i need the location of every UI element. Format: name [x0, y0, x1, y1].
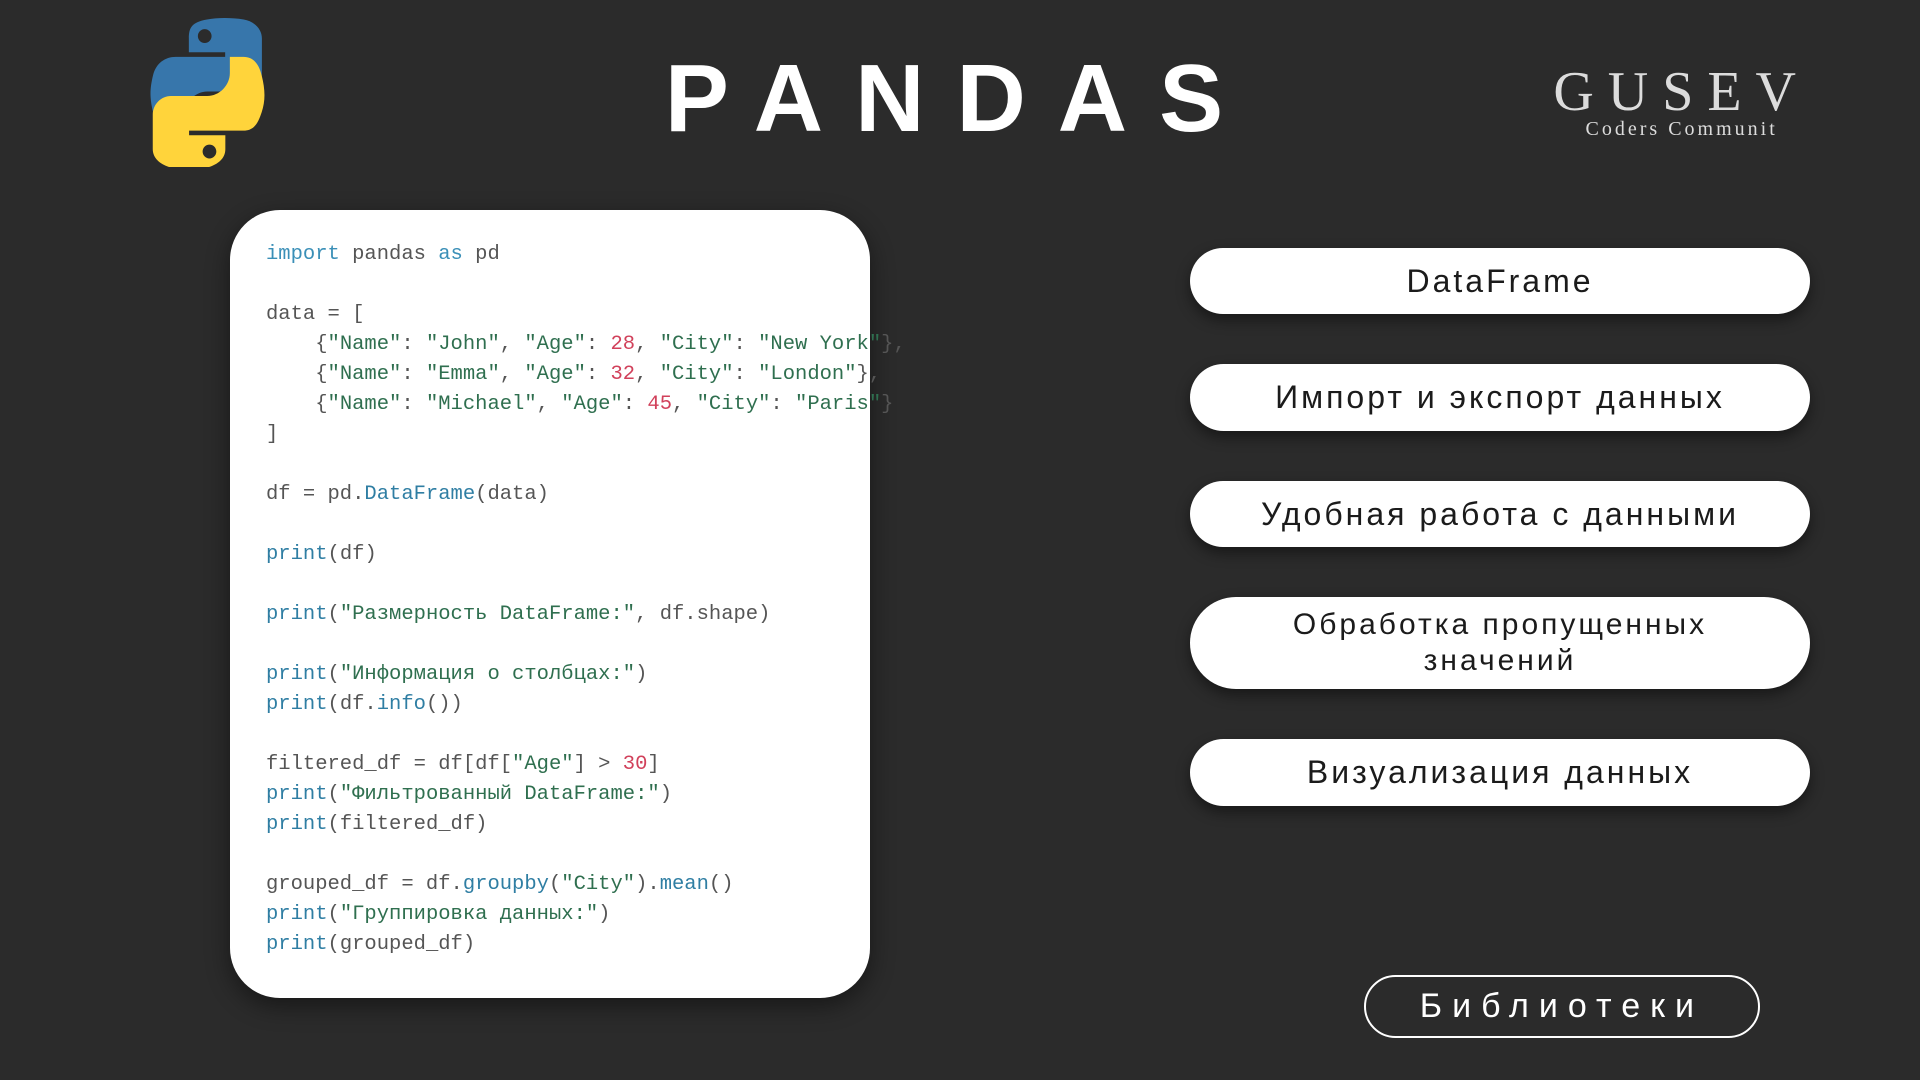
- key: "Age": [561, 393, 623, 416]
- feature-pill-dataframe: DataFrame: [1190, 248, 1810, 314]
- str: "John": [426, 333, 500, 356]
- key: "City": [697, 393, 771, 416]
- fn-groupby: groupby: [463, 873, 549, 896]
- fn-print: print: [266, 813, 328, 836]
- var: grouped_df: [340, 933, 463, 956]
- str: "Фильтрованный DataFrame:": [340, 783, 660, 806]
- num: 32: [610, 363, 635, 386]
- feature-pill-import-export: Импорт и экспорт данных: [1190, 364, 1810, 430]
- var: filtered_df: [340, 813, 475, 836]
- code-line: {: [266, 393, 328, 416]
- key: "Age": [524, 363, 586, 386]
- num: 28: [610, 333, 635, 356]
- key: "City": [660, 333, 734, 356]
- page-title: PANDAS: [665, 44, 1255, 154]
- module-pandas: pandas: [340, 243, 438, 266]
- fn-print: print: [266, 663, 328, 686]
- str: "Age": [512, 753, 574, 776]
- brand-subtitle: Coders Communit: [1553, 118, 1810, 141]
- code-line: {: [266, 333, 328, 356]
- fn-info: info: [377, 693, 426, 716]
- code-line: filtered_df = df[df[: [266, 753, 512, 776]
- code-line: data = [: [266, 303, 364, 326]
- category-tag: Библиотеки: [1364, 975, 1760, 1038]
- str: "City": [561, 873, 635, 896]
- fn-print: print: [266, 783, 328, 806]
- fn-print: print: [266, 693, 328, 716]
- key: "City": [660, 363, 734, 386]
- num: 45: [647, 393, 672, 416]
- str: "Информация о столбцах:": [340, 663, 635, 686]
- str: "Emma": [426, 363, 500, 386]
- code-sample-card: import pandas as pd data = [ {"Name": "J…: [230, 210, 870, 998]
- code-line: grouped_df = df.: [266, 873, 463, 896]
- code-sample: import pandas as pd data = [ {"Name": "J…: [266, 240, 834, 960]
- code-line: df = pd.: [266, 483, 364, 506]
- fn-mean: mean: [660, 873, 709, 896]
- key: "Name": [328, 333, 402, 356]
- str: "Paris": [795, 393, 881, 416]
- brand-block: GUSEV Coders Communit: [1553, 60, 1810, 141]
- feature-pill-list: DataFrame Импорт и экспорт данных Удобна…: [1190, 248, 1810, 806]
- key: "Age": [524, 333, 586, 356]
- attr-shape: df.shape: [647, 603, 758, 626]
- python-logo-icon: [150, 18, 300, 168]
- num: 30: [623, 753, 648, 776]
- fn-print: print: [266, 543, 328, 566]
- feature-pill-missing-values: Обработка пропущенных значений: [1190, 597, 1810, 689]
- var-df: df: [340, 543, 365, 566]
- fn-print: print: [266, 903, 328, 926]
- code-line: ]: [266, 423, 278, 446]
- feature-pill-visualization: Визуализация данных: [1190, 739, 1810, 805]
- str: "Группировка данных:": [340, 903, 598, 926]
- str: "Michael": [426, 393, 537, 416]
- fn-print: print: [266, 933, 328, 956]
- str: "London": [758, 363, 856, 386]
- code-line: {: [266, 363, 328, 386]
- feature-pill-easy-work: Удобная работа с данными: [1190, 481, 1810, 547]
- key: "Name": [328, 393, 402, 416]
- kw-as: as: [438, 243, 463, 266]
- str: "Размерность DataFrame:": [340, 603, 635, 626]
- fn-print: print: [266, 603, 328, 626]
- str: "New York": [758, 333, 881, 356]
- kw-import: import: [266, 243, 340, 266]
- brand-name: GUSEV: [1553, 60, 1810, 124]
- alias-pd: pd: [463, 243, 500, 266]
- fn-dataframe: DataFrame: [364, 483, 475, 506]
- key: "Name": [328, 363, 402, 386]
